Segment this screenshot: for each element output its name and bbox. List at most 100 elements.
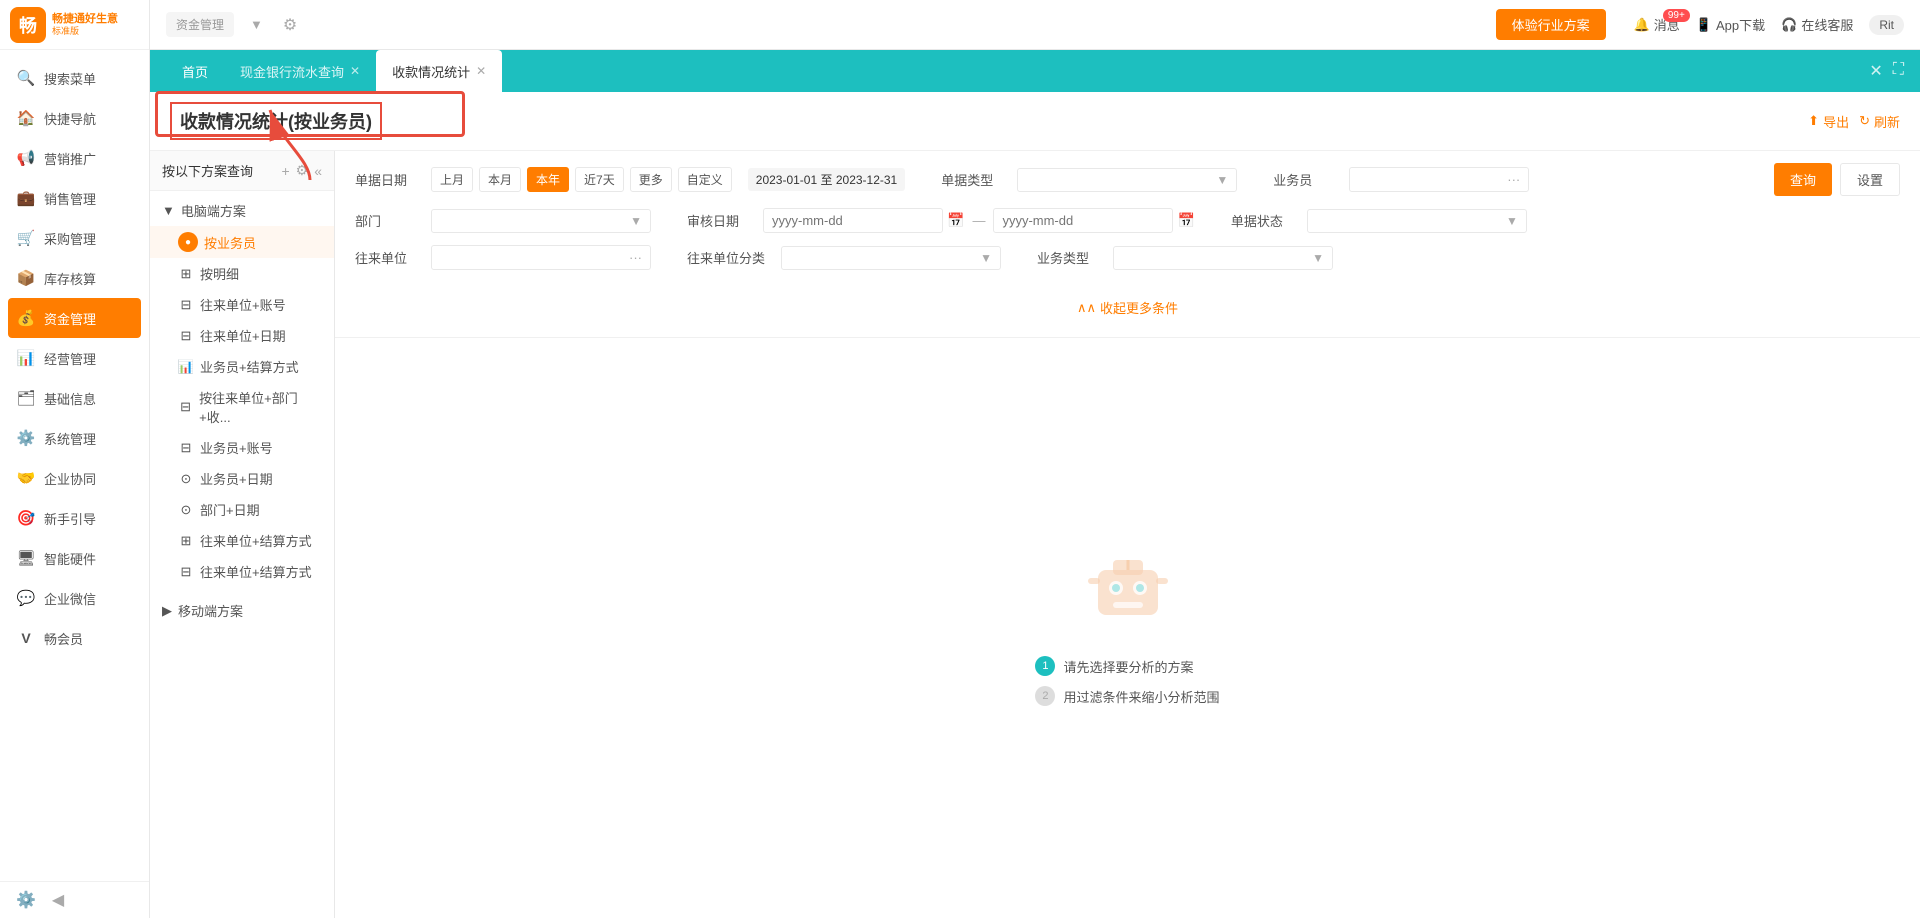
tab-close-all-icon[interactable]: ✕: [1869, 61, 1882, 81]
tab-collection-close-icon[interactable]: ✕: [476, 64, 486, 78]
sidebar-logo: 畅 畅捷通好生意 标准版: [0, 0, 149, 50]
add-scheme-button[interactable]: +: [281, 162, 289, 179]
basic-icon: 🗂: [16, 388, 36, 408]
salesperson-select[interactable]: ···: [1349, 167, 1529, 192]
sidebar-item-member[interactable]: V 畅会员: [0, 618, 149, 658]
sidebar-item-label: 企业协同: [44, 469, 96, 488]
main-content: 资金管理 ▼ ⚙ 体验行业方案 🔔 消息 99+ 📱 App下载 🎧 在线客服: [150, 0, 1920, 918]
scheme-item-salesperson-account[interactable]: ⊟ 业务员+账号: [150, 432, 334, 463]
scheme-item-by-detail[interactable]: ⊞ 按明细: [150, 258, 334, 289]
salesperson-label: 业务员: [1273, 170, 1333, 189]
tab-bank-close-icon[interactable]: ✕: [350, 64, 360, 78]
sidebar-item-purchase[interactable]: 🛒 采购管理: [0, 218, 149, 258]
tab-collection[interactable]: 收款情况统计 ✕: [376, 50, 502, 92]
sidebar-item-sales[interactable]: 💼 销售管理: [0, 178, 149, 218]
msg-badge: 99+: [1663, 9, 1690, 22]
sidebar-item-hardware[interactable]: 🖥 智能硬件: [0, 538, 149, 578]
collapse-conditions-button[interactable]: ∧∧ 收起更多条件: [355, 290, 1900, 325]
topbar-user[interactable]: Rit: [1869, 15, 1904, 35]
scheme-item-dept-date[interactable]: ⊙ 部门+日期: [150, 494, 334, 525]
trial-button[interactable]: 体验行业方案: [1496, 9, 1606, 40]
sidebar-item-label: 搜索菜单: [44, 69, 96, 88]
tab-home[interactable]: 首页: [166, 50, 224, 92]
review-date-to-input[interactable]: [993, 208, 1173, 233]
sidebar-item-label: 采购管理: [44, 229, 96, 248]
collapse-sidebar-icon[interactable]: ◀: [52, 890, 64, 910]
scheme-item-unit-dept-collection[interactable]: ⊟ 按往来单位+部门+收...: [150, 382, 334, 432]
sidebar-item-search[interactable]: 🔍 搜索菜单: [0, 58, 149, 98]
scheme-item-label: 业务员+账号: [200, 438, 273, 457]
scheme-item-salesperson-date[interactable]: ⊙ 业务员+日期: [150, 463, 334, 494]
salesperson-more-icon[interactable]: ···: [1507, 172, 1520, 187]
sidebar-item-shortcut[interactable]: 🏠 快捷导航: [0, 98, 149, 138]
settings-button[interactable]: 设置: [1840, 163, 1900, 196]
date-label: 单据日期: [355, 170, 415, 189]
scheme-desktop-group: ▼ 电脑端方案 ● 按业务员 ⊞ 按明细 ⊟ 往来单位+账号: [150, 191, 334, 591]
tabbar: 首页 现金银行流水查询 ✕ 收款情况统计 ✕ ✕ ⛶: [150, 50, 1920, 92]
filter-row-2: 部门 ▼ 审核日期 📅 — 📅 单据状: [355, 208, 1900, 233]
scheme-item-salesperson-settlement[interactable]: 📊 业务员+结算方式: [150, 351, 334, 382]
dept-select[interactable]: ▼: [431, 209, 651, 233]
topbar-msg[interactable]: 🔔 消息 99+: [1634, 15, 1680, 34]
sidebar-item-operations[interactable]: 📊 经营管理: [0, 338, 149, 378]
sidebar-item-guide[interactable]: 🎯 新手引导: [0, 498, 149, 538]
unit-select[interactable]: ···: [431, 245, 651, 270]
topbar-app-download[interactable]: 📱 App下载: [1696, 15, 1765, 34]
sidebar-item-inventory[interactable]: 📦 库存核算: [0, 258, 149, 298]
detail-icon: ⊞: [178, 266, 194, 282]
refresh-button[interactable]: ↻ 刷新: [1859, 112, 1900, 131]
scheme-settings-button[interactable]: ⚙: [296, 162, 309, 179]
dept-arrow-icon: ▼: [630, 214, 642, 228]
review-date-from-input[interactable]: [763, 208, 943, 233]
date-btn-last-month[interactable]: 上月: [431, 167, 473, 192]
scheme-item-unit-settlement1[interactable]: ⊞ 往来单位+结算方式: [150, 525, 334, 556]
date-btn-more[interactable]: 更多: [630, 167, 672, 192]
scheme-desktop-group-header[interactable]: ▼ 电脑端方案: [150, 195, 334, 226]
biz-type-select[interactable]: ▼: [1113, 246, 1333, 270]
sidebar-item-system[interactable]: ⚙️ 系统管理: [0, 418, 149, 458]
scheme-item-unit-date[interactable]: ⊟ 往来单位+日期: [150, 320, 334, 351]
biz-type-label: 业务类型: [1037, 248, 1097, 267]
calendar-from-icon[interactable]: 📅: [947, 212, 964, 229]
date-btn-this-month[interactable]: 本月: [479, 167, 521, 192]
scheme-item-unit-settlement2[interactable]: ⊟ 往来单位+结算方式: [150, 556, 334, 587]
sidebar-item-corp[interactable]: 🤝 企业协同: [0, 458, 149, 498]
sidebar-item-finance[interactable]: 💰 资金管理: [8, 298, 141, 338]
scheme-item-label: 业务员+日期: [200, 469, 273, 488]
scheme-item-by-salesperson[interactable]: ● 按业务员: [150, 226, 334, 258]
query-button[interactable]: 查询: [1774, 163, 1832, 196]
date-btn-custom[interactable]: 自定义: [678, 167, 732, 192]
scheme-item-label: 按往来单位+部门+收...: [199, 388, 322, 426]
topbar-gear-icon[interactable]: ⚙: [283, 15, 297, 35]
tab-expand-icon[interactable]: ⛶: [1893, 61, 1904, 81]
scheme-item-unit-account[interactable]: ⊟ 往来单位+账号: [150, 289, 334, 320]
bill-status-select[interactable]: ▼: [1307, 209, 1527, 233]
topbar-online-service[interactable]: 🎧 在线客服: [1781, 15, 1853, 34]
sidebar-item-label: 新手引导: [44, 509, 96, 528]
settings-bottom-icon[interactable]: ⚙️: [16, 890, 36, 910]
sidebar-item-basic[interactable]: 🗂 基础信息: [0, 378, 149, 418]
bill-status-label: 单据状态: [1231, 211, 1291, 230]
export-button[interactable]: ⬆ 导出: [1808, 112, 1849, 131]
unit-more-icon[interactable]: ···: [629, 250, 642, 265]
scheme-mobile-group-header[interactable]: ▶ 移动端方案: [150, 595, 334, 626]
collapse-scheme-button[interactable]: «: [314, 162, 322, 179]
tab-bank[interactable]: 现金银行流水查询 ✕: [224, 50, 376, 92]
empty-robot-icon: [1078, 540, 1178, 640]
scheme-header-label: 按以下方案查询: [162, 161, 253, 180]
review-date-label: 审核日期: [687, 211, 747, 230]
sidebar-item-marketing[interactable]: 📢 营销推广: [0, 138, 149, 178]
active-scheme-icon: ●: [178, 232, 198, 252]
sidebar-item-label: 基础信息: [44, 389, 96, 408]
sidebar-item-wechat[interactable]: 💬 企业微信: [0, 578, 149, 618]
date-btn-this-year[interactable]: 本年: [527, 167, 569, 192]
unit-category-select[interactable]: ▼: [781, 246, 1001, 270]
unit-settlement2-icon: ⊟: [178, 564, 194, 580]
calendar-to-icon[interactable]: 📅: [1177, 212, 1194, 229]
sales-icon: 💼: [16, 188, 36, 208]
bill-type-select[interactable]: ▼: [1017, 168, 1237, 192]
sidebar-item-label: 快捷导航: [44, 109, 96, 128]
scheme-item-label: 往来单位+结算方式: [200, 562, 312, 581]
date-btn-7days[interactable]: 近7天: [575, 167, 624, 192]
collapse-icon: ∧∧: [1077, 300, 1096, 316]
